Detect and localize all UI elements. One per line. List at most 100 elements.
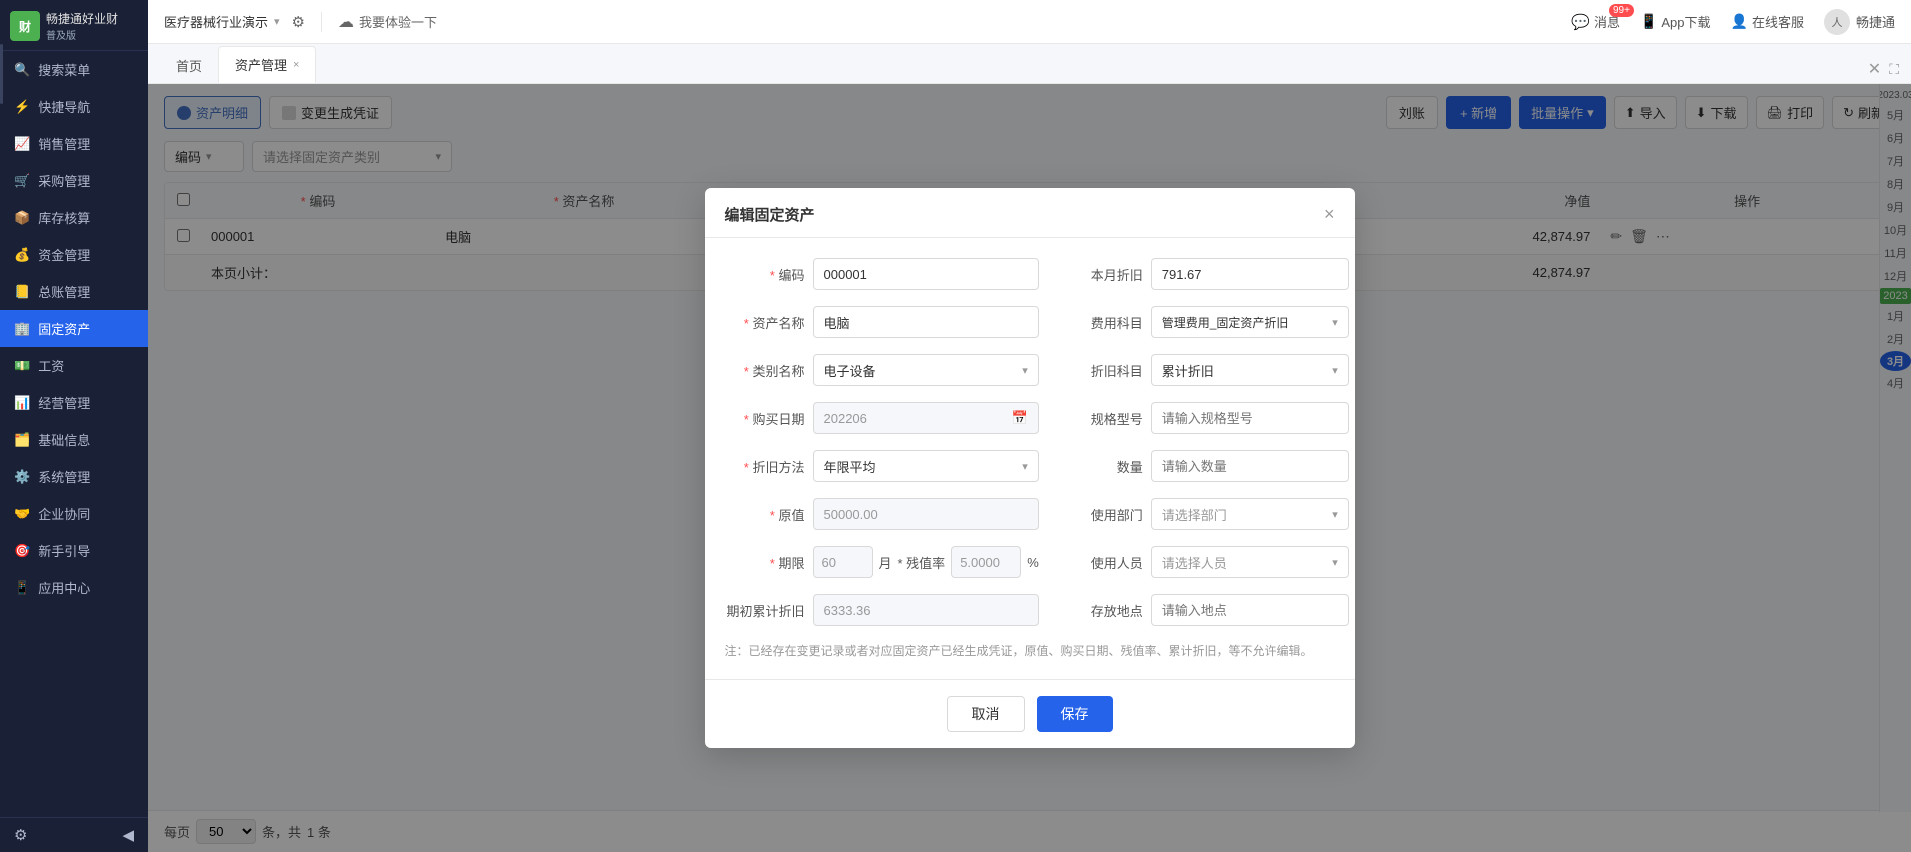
sidebar-item-guide[interactable]: 🎯 新手引导 [0, 532, 148, 569]
sidebar-item-purchase[interactable]: 🛒 采购管理 [0, 162, 148, 199]
basic-info-icon: 🗂️ [14, 432, 30, 448]
system-icon: ⚙️ [14, 469, 30, 485]
original-value-input[interactable] [813, 498, 1039, 530]
depreciation-method-select[interactable]: 年限平均 ▾ [813, 450, 1039, 482]
tab-home[interactable]: 首页 [160, 48, 218, 83]
department-select[interactable]: 请选择部门 ▾ [1151, 498, 1349, 530]
modal-header: 编辑固定资产 × [705, 188, 1355, 238]
name-input[interactable] [813, 306, 1039, 338]
category-field-arrow: ▾ [1022, 364, 1028, 377]
search-icon: 🔍 [14, 62, 30, 78]
depreciation-subject-select[interactable]: 累计折旧 ▾ [1151, 354, 1349, 386]
sidebar-nav: 🔍 搜索菜单 ⚡ 快捷导航 📈 销售管理 🛒 采购管理 📦 库存核算 💰 [0, 51, 148, 817]
initial-accumulated-input[interactable] [813, 594, 1039, 626]
sales-icon: 📈 [14, 136, 30, 152]
sidebar-item-ledger[interactable]: 📒 总账管理 [0, 273, 148, 310]
quantity-input[interactable] [1151, 450, 1349, 482]
category-label: * 类别名称 [725, 361, 805, 380]
depreciation-subject-label: 折旧科目 [1063, 361, 1143, 380]
expense-subject-arrow: ▾ [1332, 316, 1338, 329]
sidebar-item-finance[interactable]: 💰 资金管理 [0, 236, 148, 273]
field-user: 使用人员 请选择人员 ▾ [1063, 546, 1349, 578]
inventory-icon: 📦 [14, 210, 30, 226]
app-name: 畅捷通好业财 [46, 10, 118, 27]
location-label: 存放地点 [1063, 601, 1143, 620]
service-icon: 👤 [1731, 13, 1748, 30]
field-original-value: * 原值 [725, 498, 1039, 530]
field-location: 存放地点 [1063, 594, 1349, 626]
code-input[interactable] [813, 258, 1039, 290]
sidebar-item-collaboration[interactable]: 🤝 企业协同 [0, 495, 148, 532]
field-name: * 资产名称 [725, 306, 1039, 338]
sidebar-item-search[interactable]: 🔍 搜索菜单 [0, 51, 148, 88]
residual-rate-label: * 残值率 [898, 553, 946, 572]
form-grid: * 编码 本月折旧 [725, 258, 1335, 626]
period-input[interactable] [813, 546, 873, 578]
topbar-right: 💬 消息 99+ 📱 App下载 👤 在线客服 人 畅捷通 [1571, 9, 1895, 35]
guide-icon: 🎯 [14, 543, 30, 559]
collapse-icon[interactable]: ◀ [122, 826, 134, 844]
notification-icon: 💬 [1571, 13, 1590, 31]
monthly-depreciation-input[interactable] [1151, 258, 1349, 290]
category-select-field[interactable]: 电子设备 ▾ [813, 354, 1039, 386]
fixed-assets-icon: 🏢 [14, 321, 30, 337]
topbar-divider [321, 12, 322, 32]
field-quantity: 数量 [1063, 450, 1349, 482]
tabbar: 首页 资产管理 × ✕ ⛶ [148, 44, 1911, 84]
purchase-date-input[interactable]: 202206 📅 [813, 402, 1039, 434]
field-period: * 期限 月 * 残值率 % [725, 546, 1039, 578]
field-purchase-date: * 购买日期 202206 📅 [725, 402, 1039, 434]
modal-body: * 编码 本月折旧 [705, 238, 1355, 679]
sidebar-item-payroll[interactable]: 💵 工资 [0, 347, 148, 384]
sidebar-item-fixed-assets[interactable]: 🏢 固定资产 [0, 310, 148, 347]
spec-input[interactable] [1151, 402, 1349, 434]
service-btn[interactable]: 👤 在线客服 [1731, 12, 1804, 31]
sidebar-item-quicknav[interactable]: ⚡ 快捷导航 [0, 88, 148, 125]
method-arrow: ▾ [1022, 460, 1028, 473]
tab-asset-management[interactable]: 资产管理 × [218, 46, 316, 83]
operations-icon: 📊 [14, 395, 30, 411]
quantity-label: 数量 [1063, 457, 1143, 476]
location-input[interactable] [1151, 594, 1349, 626]
window-controls: ✕ ⛶ [1868, 59, 1899, 83]
tab-close-icon[interactable]: × [293, 59, 299, 71]
sidebar-item-operations[interactable]: 📊 经营管理 [0, 384, 148, 421]
modal-close-btn[interactable]: × [1324, 204, 1335, 225]
user-btn[interactable]: 人 畅捷通 [1824, 9, 1895, 35]
content-area: 资产明细 变更生成凭证 刘账 + 新增 批量操作 [148, 84, 1911, 852]
modal-overlay: 编辑固定资产 × * 编码 [148, 84, 1911, 852]
sidebar-item-system[interactable]: ⚙️ 系统管理 [0, 458, 148, 495]
topbar-settings-icon[interactable]: ⚙ [292, 13, 305, 31]
user-label-field: 使用人员 [1063, 553, 1143, 572]
cancel-button[interactable]: 取消 [947, 696, 1025, 732]
modal-note: 注：已经存在变更记录或者对应固定资产已经生成凭证，原值、购买日期、残值率、累计折… [725, 642, 1335, 659]
payroll-icon: 💵 [14, 358, 30, 374]
monthly-depreciation-label: 本月折旧 [1063, 265, 1143, 284]
residual-rate-input[interactable] [951, 546, 1021, 578]
avatar: 人 [1824, 9, 1850, 35]
window-expand-icon[interactable]: ⛶ [1889, 61, 1899, 78]
depreciation-method-label: * 折旧方法 [725, 457, 805, 476]
user-select[interactable]: 请选择人员 ▾ [1151, 546, 1349, 578]
app-edition: 普及版 [46, 27, 118, 42]
expense-subject-select[interactable]: 管理费用_固定资产折旧 ▾ [1151, 306, 1349, 338]
field-department: 使用部门 请选择部门 ▾ [1063, 498, 1349, 530]
sidebar-item-sales[interactable]: 📈 销售管理 [0, 125, 148, 162]
company-name[interactable]: 医疗器械行业演示 ▾ [164, 12, 280, 31]
period-unit: 月 [879, 553, 892, 572]
sidebar-item-inventory[interactable]: 📦 库存核算 [0, 199, 148, 236]
save-button[interactable]: 保存 [1037, 696, 1113, 732]
experience-btn[interactable]: ☁ 我要体验一下 [338, 12, 437, 32]
settings-icon[interactable]: ⚙ [14, 826, 27, 844]
field-monthly-depreciation: 本月折旧 [1063, 258, 1349, 290]
company-dropdown-icon: ▾ [274, 15, 280, 28]
sidebar-item-appstore[interactable]: 📱 应用中心 [0, 569, 148, 606]
app-logo-icon: 财 [10, 11, 40, 41]
notification-badge: 99+ [1609, 4, 1634, 17]
notification-btn[interactable]: 💬 消息 99+ [1571, 12, 1620, 31]
window-close-icon[interactable]: ✕ [1868, 59, 1881, 79]
app-download-btn[interactable]: 📱 App下载 [1640, 12, 1711, 31]
purchase-date-label: * 购买日期 [725, 409, 805, 428]
sidebar-item-basic-info[interactable]: 🗂️ 基础信息 [0, 421, 148, 458]
code-label: * 编码 [725, 265, 805, 284]
